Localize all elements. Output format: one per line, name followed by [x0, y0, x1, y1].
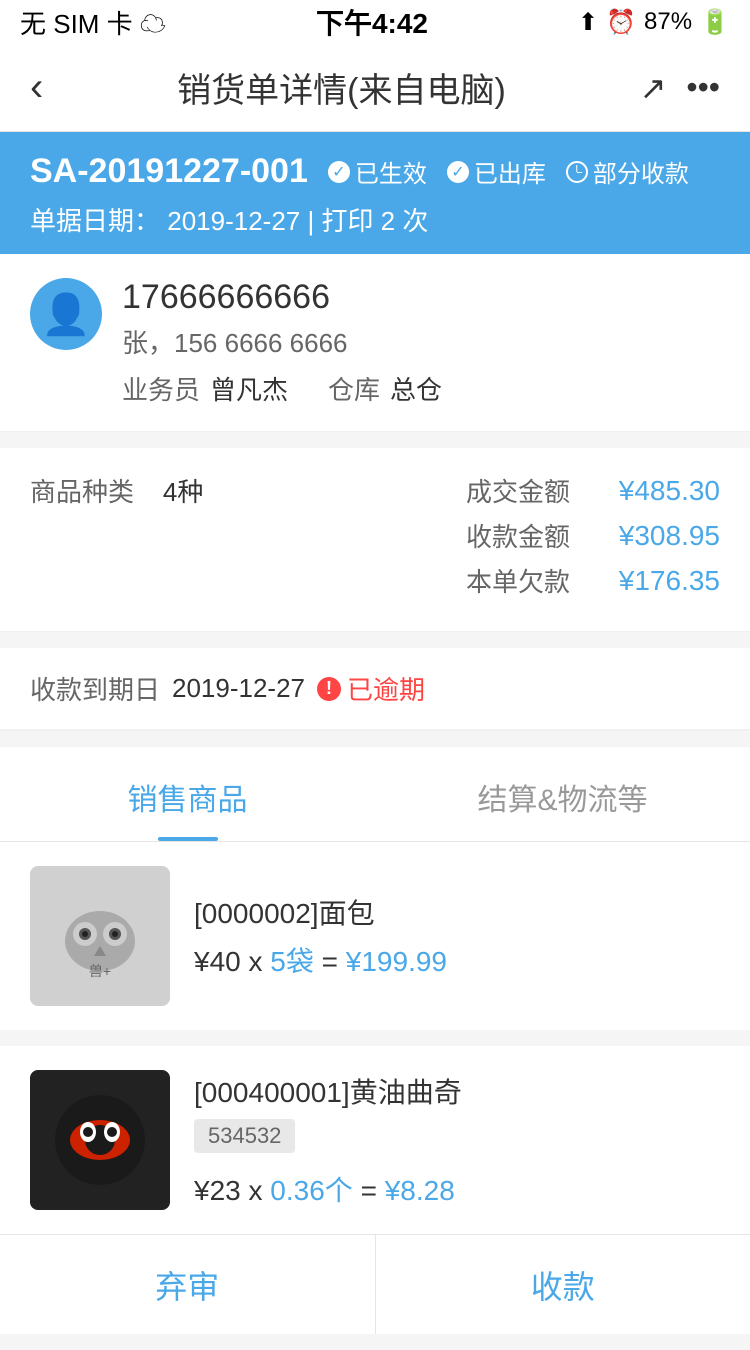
overdue-badge: ! 已逾期: [317, 670, 425, 707]
status-left: 无 SIM 卡 ☁: [20, 4, 166, 41]
status-bar: 无 SIM 卡 ☁ 下午4:42 ⬆ ⏰ 87% 🔋: [0, 0, 750, 44]
product-info-2: [000400001]黄油曲奇 534532 ¥23 x 0.36个 = ¥8.…: [194, 1071, 720, 1209]
debt-row: 本单欠款 ¥176.35: [466, 562, 720, 599]
list-item[interactable]: 兽+ [0000002]面包 ¥40 x 5袋 = ¥199.99: [0, 842, 750, 1030]
tab-label-0: 销售商品: [128, 784, 248, 817]
nav-bar: ‹ 销货单详情(来自电脑) ↗ •••: [0, 44, 750, 132]
bottom-bar: 弃审 收款: [0, 1234, 750, 1334]
location-icon: ⬆: [578, 8, 598, 37]
warehouse-value: 总仓: [390, 370, 442, 407]
page-title: 销货单详情(来自电脑): [177, 63, 506, 112]
customer-info: 17666666666 张，156 6666 6666 业务员 曾凡杰 仓库 总…: [122, 278, 720, 407]
total-2: ¥8.28: [385, 1175, 455, 1206]
salesperson-label: 业务员: [122, 370, 200, 407]
avatar: 👤: [30, 278, 102, 350]
tabs-section: 销售商品 结算&物流等: [0, 747, 750, 842]
product-info-1: [0000002]面包 ¥40 x 5袋 = ¥199.99: [194, 892, 720, 980]
warehouse-item: 仓库 总仓: [328, 370, 442, 407]
status-tag-shipped: 已出库: [447, 154, 546, 189]
print-info: | 打印 2 次: [307, 206, 428, 236]
overdue-dot-icon: !: [317, 677, 341, 701]
customer-meta: 业务员 曾凡杰 仓库 总仓: [122, 370, 720, 407]
battery-text: 87%: [644, 8, 692, 36]
check-icon-2: [447, 161, 469, 183]
overdue-section: 收款到期日 2019-12-27 ! 已逾期: [0, 648, 750, 731]
product-thumb-2: [30, 1070, 170, 1210]
clock-icon: [566, 161, 588, 183]
status-tag-partial: 部分收款: [566, 154, 689, 189]
share-icon[interactable]: ↗: [640, 69, 667, 107]
product-name-2: [000400001]黄油曲奇: [194, 1071, 720, 1111]
alarm-icon: ⏰: [606, 8, 636, 37]
svg-text:兽+: 兽+: [89, 963, 111, 979]
received-value: ¥308.95: [590, 520, 720, 552]
order-id-text: SA-20191227-001: [30, 152, 308, 191]
product-name-1: [0000002]面包: [194, 892, 720, 932]
quantity-2: 0.36个: [270, 1175, 353, 1206]
order-header-banner: SA-20191227-001 已生效 已出库 部分收款 单据日期： 2019-…: [0, 132, 750, 254]
amount-label: 成交金额: [466, 472, 570, 509]
collect-payment-button[interactable]: 收款: [376, 1235, 750, 1334]
debt-value: ¥176.35: [590, 565, 720, 597]
overdue-date: 2019-12-27: [172, 673, 305, 704]
salesperson-value: 曾凡杰: [210, 370, 288, 407]
doc-date-value: 2019-12-27: [167, 206, 300, 236]
tab-sales-products[interactable]: 销售商品: [0, 747, 375, 841]
nav-left: ‹: [30, 65, 43, 110]
product-price-1: ¥40 x 5袋 = ¥199.99: [194, 940, 720, 980]
overdue-label: 收款到期日: [30, 670, 160, 707]
salesperson-item: 业务员 曾凡杰: [122, 370, 288, 407]
quantity-1: 5袋: [270, 946, 314, 977]
doc-date-label: 单据日期：: [30, 206, 160, 236]
price-text-2: ¥23: [194, 1175, 241, 1206]
category-count: 4种: [163, 477, 203, 507]
category-label: 商品种类: [30, 477, 134, 507]
status-tag-effective: 已生效: [328, 154, 427, 189]
summary-section: 商品种类 4种 成交金额 ¥485.30 收款金额 ¥308.95 本单欠款 ¥…: [0, 448, 750, 632]
debt-label: 本单欠款: [466, 562, 570, 599]
product-thumb-1: 兽+: [30, 866, 170, 1006]
customer-phone: 张，156 6666 6666: [122, 323, 720, 360]
product-price-2: ¥23 x 0.36个 = ¥8.28: [194, 1169, 720, 1209]
status-label-2: 已出库: [474, 154, 546, 189]
warehouse-label: 仓库: [328, 370, 380, 407]
status-label-3: 部分收款: [593, 154, 689, 189]
doc-date-row: 单据日期： 2019-12-27 | 打印 2 次: [30, 201, 720, 238]
owl-icon: 兽+: [50, 886, 150, 986]
more-icon[interactable]: •••: [686, 69, 720, 106]
customer-name: 17666666666: [122, 278, 720, 317]
status-right: ⬆ ⏰ 87% 🔋: [578, 8, 730, 37]
avatar-icon: 👤: [41, 291, 91, 338]
summary-left: 商品种类 4种: [30, 472, 203, 509]
order-id-row: SA-20191227-001 已生效 已出库 部分收款: [30, 152, 720, 191]
product-badge-2: 534532: [194, 1119, 295, 1153]
back-button[interactable]: ‹: [30, 65, 43, 110]
check-icon-1: [328, 161, 350, 183]
ninja-icon: [50, 1090, 150, 1190]
received-label: 收款金额: [466, 517, 570, 554]
amount-value: ¥485.30: [590, 475, 720, 507]
nav-right: ↗ •••: [640, 69, 720, 107]
amount-row: 成交金额 ¥485.30: [466, 472, 720, 509]
overdue-text: 已逾期: [347, 670, 425, 707]
product-list: 兽+ [0000002]面包 ¥40 x 5袋 = ¥199.99: [0, 842, 750, 1234]
price-text-1: ¥40: [194, 946, 241, 977]
status-time: 下午4:42: [316, 2, 428, 42]
customer-section: 👤 17666666666 张，156 6666 6666 业务员 曾凡杰 仓库…: [0, 254, 750, 432]
list-item[interactable]: [000400001]黄油曲奇 534532 ¥23 x 0.36个 = ¥8.…: [0, 1046, 750, 1234]
battery-icon: 🔋: [700, 8, 730, 37]
tab-settlement[interactable]: 结算&物流等: [375, 747, 750, 841]
abandon-audit-button[interactable]: 弃审: [0, 1235, 376, 1334]
sim-text: 无 SIM 卡 ☁: [20, 4, 166, 41]
summary-right: 成交金额 ¥485.30 收款金额 ¥308.95 本单欠款 ¥176.35: [466, 472, 720, 607]
total-1: ¥199.99: [346, 946, 447, 977]
status-label-1: 已生效: [355, 154, 427, 189]
tab-label-1: 结算&物流等: [477, 784, 647, 817]
received-row: 收款金额 ¥308.95: [466, 517, 720, 554]
